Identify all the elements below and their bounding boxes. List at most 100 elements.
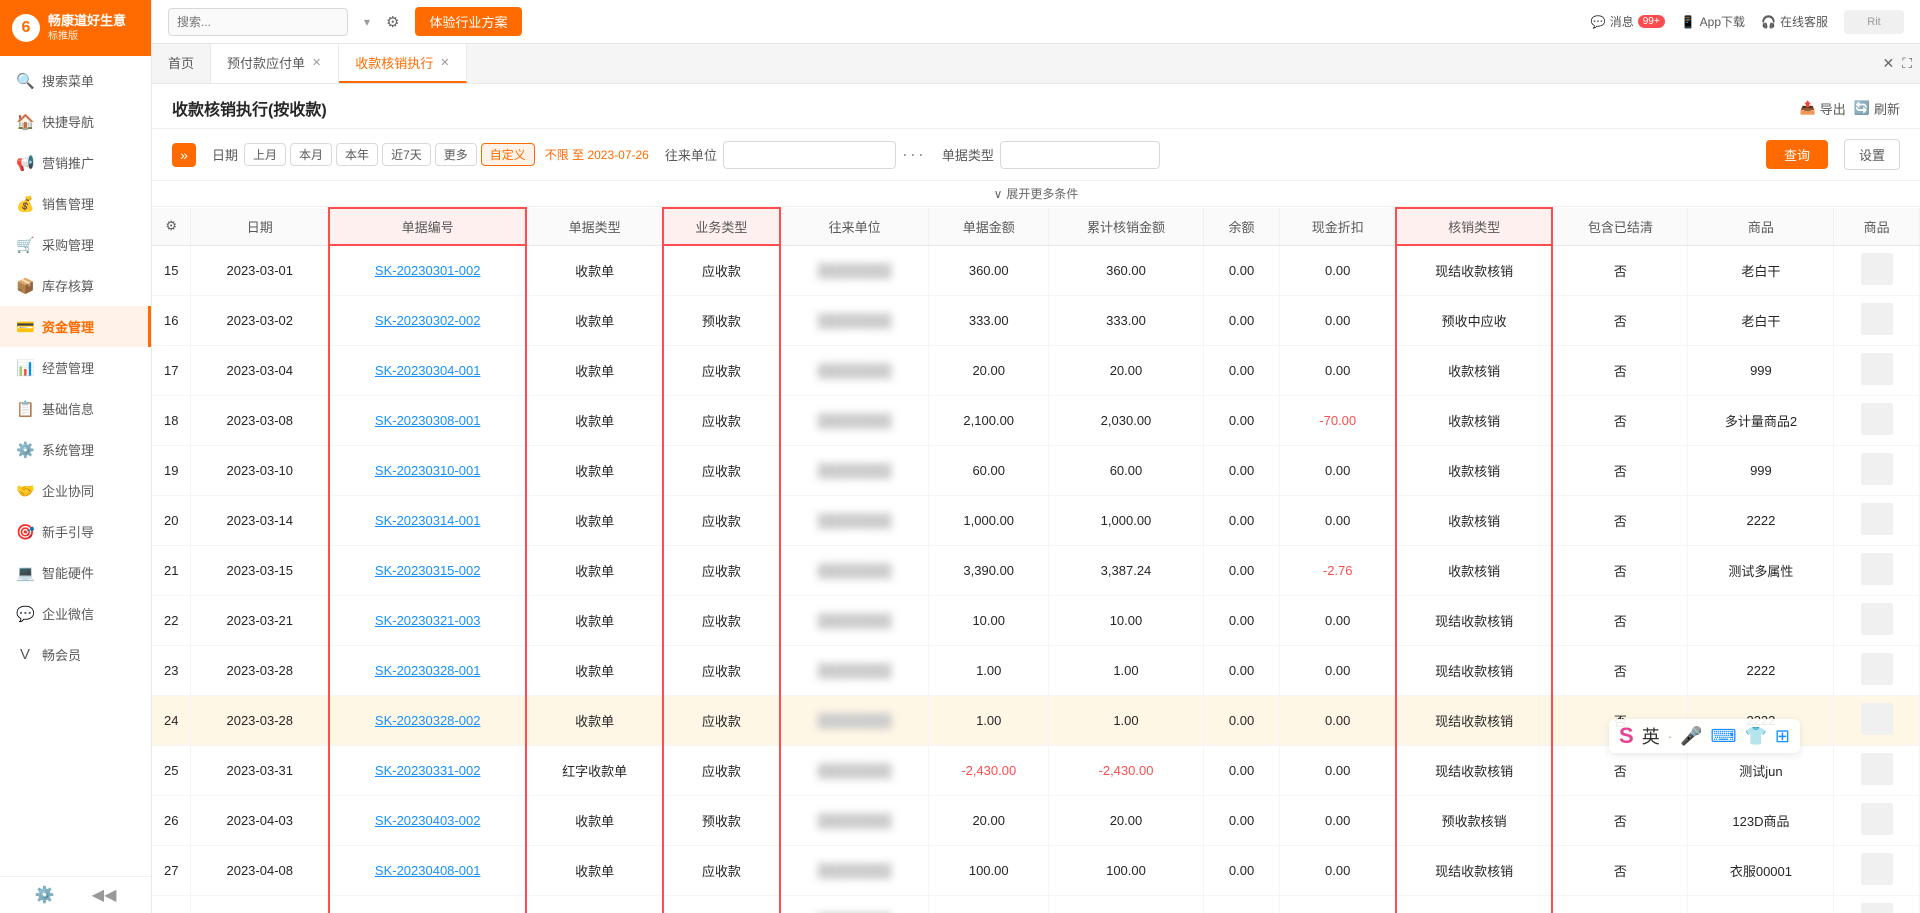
th-include-settled[interactable]: 包含已结清 [1552, 208, 1688, 245]
messages-action[interactable]: 💬 消息 99+ [1591, 13, 1665, 30]
td-counterparty: ████████ [780, 895, 929, 913]
th-amount[interactable]: 单据金额 [929, 208, 1049, 245]
th-date[interactable]: 日期 [191, 208, 329, 245]
doc-no-link[interactable]: SK-20230302-002 [375, 313, 481, 328]
export-action[interactable]: 📤 导出 [1800, 99, 1846, 118]
sidebar-item-wechat[interactable]: 💬企业微信 [0, 593, 151, 634]
online-service-action[interactable]: 🎧 在线客服 [1761, 13, 1828, 30]
filter-expand-button[interactable]: » [172, 143, 196, 167]
filter-dots[interactable]: ··· [902, 144, 926, 165]
doc-no-link[interactable]: SK-20230321-003 [375, 613, 481, 628]
th-balance[interactable]: 余额 [1203, 208, 1280, 245]
sidebar-item-marketing[interactable]: 📢营销推广 [0, 142, 151, 183]
th-goods2[interactable]: 商品 [1834, 208, 1920, 245]
app-download-action[interactable]: 📱 App下载 [1681, 13, 1745, 30]
td-accum-cancel: 360.00 [1049, 245, 1204, 295]
doc-no-link[interactable]: SK-20230308-001 [375, 413, 481, 428]
td-goods2 [1834, 595, 1920, 645]
td-counterparty: ████████ [780, 395, 929, 445]
voucher-type-select[interactable] [1000, 141, 1160, 169]
td-counterparty: ████████ [780, 845, 929, 895]
sidebar-label-guide: 新手引导 [42, 522, 94, 541]
tab-expand-icon[interactable]: ⛶ [1902, 55, 1912, 72]
tab-home[interactable]: 首页 [152, 44, 211, 83]
doc-no-link[interactable]: SK-20230314-001 [375, 513, 481, 528]
header-gear-icon[interactable]: ⚙ [386, 13, 399, 31]
watermark-grid-icon: ⊞ [1775, 726, 1790, 747]
table-container[interactable]: ⚙ 日期 单据编号 单据类型 业务类型 往来单位 单据金额 累计核销金额 余额 … [152, 207, 1920, 913]
td-accum-cancel: 1.00 [1049, 695, 1204, 745]
counterparty-filter-input[interactable] [723, 141, 896, 169]
doc-no-link[interactable]: SK-20230304-001 [375, 363, 481, 378]
doc-no-link[interactable]: SK-20230403-002 [375, 813, 481, 828]
more-date-btn[interactable]: 更多 [435, 143, 477, 166]
tab-close-all-icon[interactable]: ✕ [1882, 55, 1894, 72]
doc-no-link[interactable]: SK-20230408-001 [375, 863, 481, 878]
collapse-icon[interactable]: ◀◀ [92, 885, 117, 905]
collection-cancel-tab-close[interactable]: ✕ [439, 55, 450, 70]
filter-settings-button[interactable]: 设置 [1844, 139, 1900, 170]
td-goods1: 老白干 [1688, 245, 1834, 295]
td-doc-type: 收款单 [526, 245, 663, 295]
header-search-input[interactable] [168, 8, 348, 36]
custom-date-btn[interactable]: 自定义 [481, 143, 535, 166]
header-chevron-icon[interactable]: ▾ [364, 15, 370, 29]
td-date: 2023-03-01 [191, 245, 329, 295]
sidebar-item-inventory[interactable]: 📦库存核算 [0, 265, 151, 306]
user-avatar[interactable]: Rit [1844, 10, 1904, 34]
this-month-btn[interactable]: 本月 [290, 143, 332, 166]
sidebar-item-enterprise[interactable]: 🤝 企业协同 [0, 470, 151, 511]
doc-no-link[interactable]: SK-20230328-002 [375, 713, 481, 728]
this-year-btn[interactable]: 本年 [336, 143, 378, 166]
td-goods1: 2222 [1688, 895, 1834, 913]
sidebar-label-enterprise: 企业协同 [42, 481, 94, 500]
tab-collection-cancel[interactable]: 收款核销执行 ✕ [339, 44, 467, 83]
query-button[interactable]: 查询 [1766, 140, 1828, 169]
td-counterparty: ████████ [780, 495, 929, 545]
sidebar-item-basic-info[interactable]: 📋基础信息 [0, 388, 151, 429]
td-cash-disc: 0.00 [1280, 795, 1396, 845]
doc-no-link[interactable]: SK-20230331-002 [375, 763, 481, 778]
sidebar-item-system[interactable]: ⚙️系统管理 [0, 429, 151, 470]
td-amount: 100.00 [929, 845, 1049, 895]
tab-advance-payment[interactable]: 预付款应付单 ✕ [211, 44, 339, 83]
voucher-type-label: 单据类型 [942, 145, 994, 164]
sidebar-icon-sales: 💰 [16, 195, 34, 213]
sidebar-item-search[interactable]: 🔍搜索菜单 [0, 60, 151, 101]
last-month-btn[interactable]: 上月 [244, 143, 286, 166]
td-amount: 2,100.00 [929, 395, 1049, 445]
td-doc-type: 收款单 [526, 795, 663, 845]
doc-no-link[interactable]: SK-20230315-002 [375, 563, 481, 578]
sidebar-item-purchase[interactable]: 🛒采购管理 [0, 224, 151, 265]
th-cash-disc[interactable]: 现金折扣 [1280, 208, 1396, 245]
sidebar-item-guide[interactable]: 🎯新手引导 [0, 511, 151, 552]
sidebar-item-sales[interactable]: 💰销售管理 [0, 183, 151, 224]
doc-no-link[interactable]: SK-20230310-001 [375, 463, 481, 478]
sidebar-item-finance[interactable]: 💳资金管理 [0, 306, 151, 347]
th-goods1[interactable]: 商品 [1688, 208, 1834, 245]
refresh-action[interactable]: 🔄 刷新 [1854, 99, 1900, 118]
sidebar-item-hardware[interactable]: 💻智能硬件 [0, 552, 151, 593]
th-accum-cancel[interactable]: 累计核销金额 [1049, 208, 1204, 245]
settings-icon[interactable]: ⚙️ [35, 885, 55, 905]
advance-payment-tab-close[interactable]: ✕ [311, 55, 322, 70]
td-doc-no: SK-20230314-001 [329, 495, 526, 545]
doc-no-link[interactable]: SK-20230328-001 [375, 663, 481, 678]
td-biz-type: 应收款 [663, 745, 780, 795]
th-doc-type[interactable]: 单据类型 [526, 208, 663, 245]
th-biz-type[interactable]: 业务类型 [663, 208, 780, 245]
th-gear[interactable]: ⚙ [152, 208, 191, 245]
sidebar-item-member[interactable]: V畅会员 [0, 634, 151, 675]
td-include-settled: 否 [1552, 295, 1688, 345]
th-cancel-type[interactable]: 核销类型 [1396, 208, 1552, 245]
last-7-days-btn[interactable]: 近7天 [382, 143, 431, 166]
industry-solution-button[interactable]: 体验行业方案 [415, 7, 521, 36]
th-counterparty[interactable]: 往来单位 [780, 208, 929, 245]
sidebar-icon-enterprise: 🤝 [16, 482, 34, 500]
doc-no-link[interactable]: SK-20230301-002 [375, 263, 481, 278]
sidebar-item-operations[interactable]: 📊经营管理 [0, 347, 151, 388]
sidebar-item-quick-nav[interactable]: 🏠快捷导航 [0, 101, 151, 142]
expand-more-button[interactable]: ∨ 展开更多条件 [994, 185, 1079, 202]
th-doc-no[interactable]: 单据编号 [329, 208, 526, 245]
td-no: 21 [152, 545, 191, 595]
